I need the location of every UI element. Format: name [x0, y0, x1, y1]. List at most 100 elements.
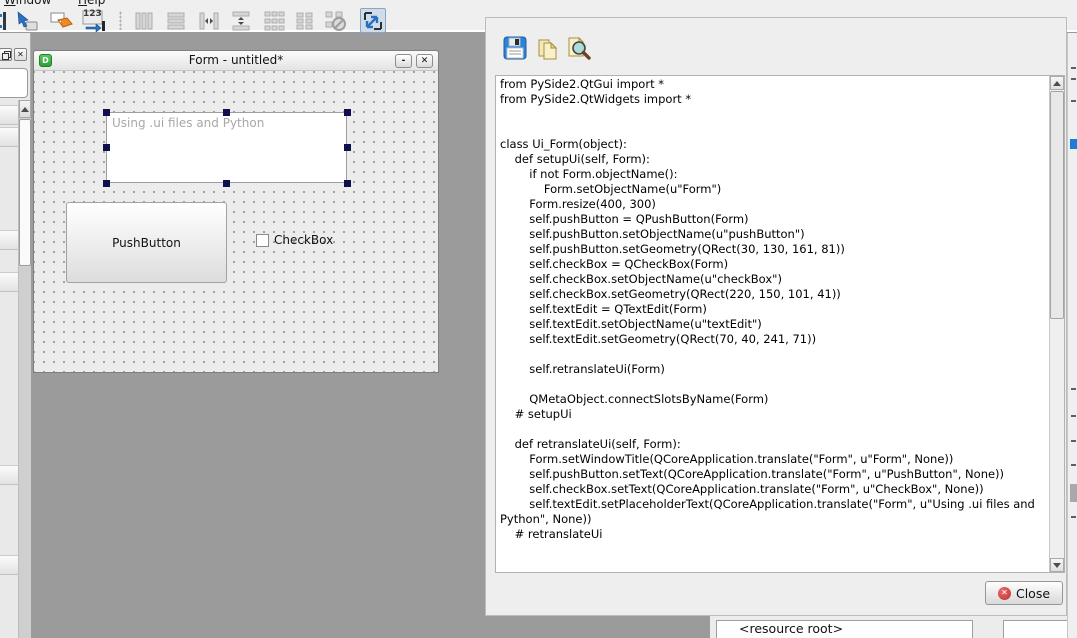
layout-horizontal-splitter-icon [198, 10, 220, 32]
break-layout-icon [324, 10, 348, 32]
layout-grid-button[interactable] [261, 8, 287, 33]
triangle-up-icon [21, 107, 29, 112]
resource-root-item[interactable]: <resource root> [716, 620, 973, 638]
copy-code-button[interactable] [535, 36, 560, 61]
sliver-mark [1071, 388, 1076, 390]
selection-handle-bottom-right[interactable] [344, 180, 351, 187]
menu-item-window[interactable]: Window [4, 0, 51, 7]
minimize-icon: - [402, 57, 406, 66]
edit-tab-order-button[interactable]: 123 [81, 8, 107, 33]
check-box-widget[interactable]: CheckBox [256, 229, 366, 253]
form-canvas[interactable]: Using .ui files and Python PushButton Ch… [34, 71, 438, 372]
form-editor-window: D Form - untitled* - ✕ Using .ui files a… [33, 50, 439, 373]
layout-form-icon [295, 10, 315, 32]
edit-widgets-button[interactable] [0, 8, 10, 33]
form-title-bar[interactable]: D Form - untitled* - ✕ [34, 51, 438, 71]
adjust-size-button[interactable] [360, 8, 386, 33]
find-in-code-button[interactable] [565, 36, 590, 61]
edit-widgets-icon [0, 10, 9, 32]
widget-category-row[interactable] [0, 230, 18, 250]
text-edit-widget[interactable]: Using .ui files and Python [106, 112, 347, 183]
sliver-mark [1071, 415, 1076, 417]
sliver-mark [1071, 440, 1076, 442]
widget-filter-input[interactable] [0, 68, 28, 98]
adjust-size-icon [362, 10, 384, 32]
widget-box-scrollbar[interactable] [18, 100, 31, 638]
code-preview-dialog: from PySide2.QtGui import * from PySide2… [485, 17, 1067, 616]
widget-category-row[interactable] [0, 127, 18, 147]
sliver-mark [1071, 67, 1076, 69]
edit-signals-slots-icon [15, 9, 39, 33]
generated-code-view[interactable]: from PySide2.QtGui import * from PySide2… [495, 75, 1065, 573]
push-button-widget[interactable]: PushButton [66, 202, 227, 283]
checkbox-label: CheckBox [274, 233, 333, 247]
selection-handle-mid-right[interactable] [344, 144, 351, 151]
checkbox-box[interactable] [256, 234, 269, 247]
sliver-scroll-mark [1070, 484, 1077, 502]
find-icon [565, 36, 590, 62]
edit-buddies-button[interactable] [48, 8, 74, 33]
form-close-button[interactable]: ✕ [416, 54, 433, 68]
selection-handle-top-right[interactable] [344, 109, 351, 116]
edit-tab-order-icon: 123 [81, 9, 107, 33]
scrollbar-thumb[interactable] [19, 119, 31, 266]
menu-item-help[interactable]: Help [78, 0, 105, 7]
panel-close-button[interactable]: ✕ [14, 48, 27, 61]
python-code-text[interactable]: from PySide2.QtGui import * from PySide2… [496, 76, 1064, 542]
sliver-mark [1071, 464, 1076, 466]
resource-browser-strip: <resource root> [710, 616, 1077, 638]
resource-root-label: <resource root> [739, 621, 843, 636]
close-button-label: Close [1016, 586, 1050, 601]
qt-designer-screen: { "menu_bar": { "items": [ { "mnemonic":… [0, 0, 1077, 638]
layout-grid-icon [263, 10, 285, 32]
layout-horizontally-button[interactable] [131, 8, 157, 33]
layout-vertical-splitter-button[interactable] [228, 8, 254, 33]
scroll-up-button[interactable] [1050, 76, 1064, 90]
layout-vertical-splitter-icon [230, 10, 252, 32]
form-minimize-button[interactable]: - [395, 54, 412, 68]
code-scrollbar[interactable] [1049, 76, 1064, 572]
edit-signals-slots-button[interactable] [14, 8, 40, 33]
layout-vertically-button[interactable] [163, 8, 189, 33]
layout-form-button[interactable] [292, 8, 318, 33]
layout-horizontally-icon [133, 10, 155, 32]
widget-category-row[interactable] [0, 465, 18, 485]
save-code-button[interactable] [503, 36, 528, 61]
break-layout-button[interactable] [323, 8, 349, 33]
close-icon: ✕ [17, 51, 24, 59]
triangle-up-icon [1053, 81, 1061, 86]
selection-handle-bottom-left[interactable] [103, 180, 110, 187]
scrollbar-thumb[interactable] [1050, 91, 1064, 319]
selection-handle-top-left[interactable] [103, 109, 110, 116]
sliver-mark [1071, 516, 1076, 518]
resource-side-panel[interactable] [1003, 620, 1077, 638]
close-dialog-button[interactable]: ✕ Close [985, 581, 1063, 605]
sliver-mark [1071, 100, 1076, 102]
close-icon: ✕ [421, 57, 429, 66]
widget-category-row[interactable] [0, 272, 18, 292]
layout-vertically-icon [165, 10, 187, 32]
widget-category-row[interactable] [0, 555, 18, 575]
panel-float-button[interactable] [0, 48, 12, 61]
close-red-circle-icon: ✕ [998, 587, 1011, 600]
widget-category-row[interactable] [0, 105, 18, 125]
scroll-down-button[interactable] [1050, 558, 1064, 572]
selection-handle-bottom-center[interactable] [223, 180, 230, 187]
save-icon [503, 36, 528, 60]
selection-handle-mid-left[interactable] [103, 144, 110, 151]
float-icon [2, 51, 9, 58]
menu-bar: Window Help [0, 0, 1077, 8]
widget-box-panel: ✕ [0, 33, 31, 638]
copy-icon [535, 36, 560, 61]
property-editor-edge-sliver [1067, 33, 1077, 638]
triangle-down-icon [1053, 563, 1061, 568]
push-button-label: PushButton [112, 236, 181, 250]
text-edit-placeholder: Using .ui files and Python [112, 116, 264, 130]
layout-horizontal-splitter-button[interactable] [196, 8, 222, 33]
scroll-up-button[interactable] [19, 100, 31, 118]
selection-handle-top-center[interactable] [223, 109, 230, 116]
sliver-selection-mark [1070, 139, 1077, 149]
edit-buddies-icon [48, 9, 74, 33]
toolbar-separator [119, 11, 122, 30]
sliver-mark [1071, 78, 1076, 80]
